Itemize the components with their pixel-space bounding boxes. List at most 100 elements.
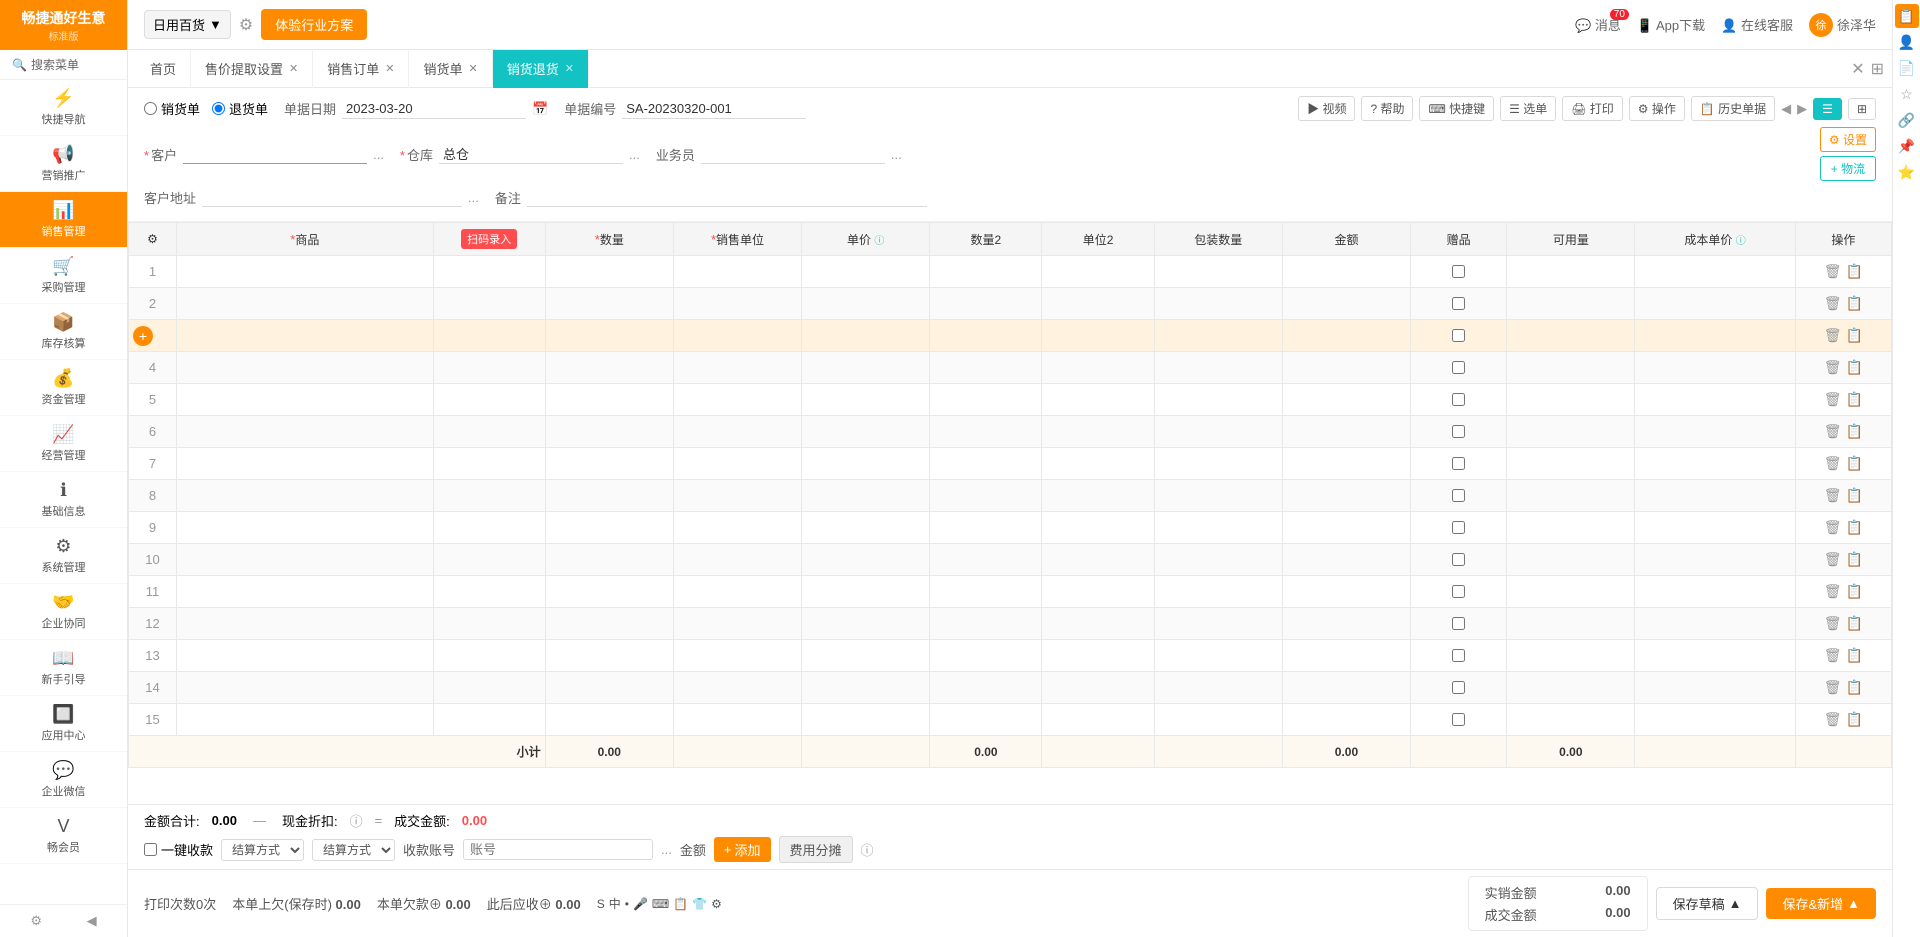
copy-row-btn[interactable]: 📋 — [1846, 455, 1863, 472]
delete-row-btn[interactable]: 🗑 — [1824, 423, 1842, 440]
copy-row-btn[interactable]: 📋 — [1846, 423, 1863, 440]
add-row-button[interactable]: + — [133, 326, 153, 346]
cell-qty[interactable] — [545, 256, 673, 288]
cell-unit2[interactable] — [1042, 704, 1154, 736]
gift-checkbox[interactable] — [1452, 329, 1465, 342]
cell-cost-price[interactable] — [1635, 384, 1795, 416]
sidebar-item-collab[interactable]: 🤝 企业协同 — [0, 584, 127, 640]
cell-pack-qty[interactable] — [1154, 544, 1282, 576]
account-method-select[interactable]: 结算方式 — [221, 839, 304, 861]
cell-available[interactable] — [1507, 640, 1635, 672]
cell-unit2[interactable] — [1042, 384, 1154, 416]
sidebar-item-purchase[interactable]: 🛒 采购管理 — [0, 248, 127, 304]
cell-unit[interactable] — [673, 480, 801, 512]
cell-available[interactable] — [1507, 576, 1635, 608]
cell-price[interactable] — [802, 512, 930, 544]
cell-qty2[interactable] — [930, 480, 1042, 512]
cell-cost-price[interactable] — [1635, 512, 1795, 544]
sidebar-item-marketing[interactable]: 📢 营销推广 — [0, 136, 127, 192]
tab-expand-icon[interactable]: ⊞ — [1871, 59, 1884, 79]
cell-goods[interactable] — [177, 544, 433, 576]
goods-input[interactable] — [181, 392, 428, 407]
cell-pack-qty[interactable] — [1154, 352, 1282, 384]
radio-sales-bill[interactable]: 销货单 — [144, 99, 200, 118]
cell-goods[interactable] — [177, 576, 433, 608]
cell-amount[interactable] — [1282, 672, 1410, 704]
cell-amount[interactable] — [1282, 416, 1410, 448]
goods-input[interactable] — [181, 488, 428, 503]
cell-qty[interactable] — [545, 704, 673, 736]
delete-row-btn[interactable]: 🗑 — [1824, 711, 1842, 728]
cell-qty[interactable] — [545, 480, 673, 512]
goods-input[interactable] — [181, 648, 428, 663]
cell-unit[interactable] — [673, 448, 801, 480]
delete-row-btn[interactable]: 🗑 — [1824, 679, 1842, 696]
tab-close-icon[interactable]: ✕ — [289, 62, 298, 75]
copy-row-btn[interactable]: 📋 — [1846, 679, 1863, 696]
cell-pack-qty[interactable] — [1154, 672, 1282, 704]
goods-input[interactable] — [181, 296, 428, 311]
cell-unit[interactable] — [673, 512, 801, 544]
print-btn[interactable]: 🖨 打印 — [1562, 96, 1623, 121]
cell-goods[interactable] — [177, 256, 433, 288]
warehouse-input[interactable] — [439, 144, 623, 164]
gift-checkbox[interactable] — [1452, 649, 1465, 662]
cell-qty2[interactable] — [930, 704, 1042, 736]
cell-cost-price[interactable] — [1635, 288, 1795, 320]
delete-row-btn[interactable]: 🗑 — [1824, 615, 1842, 632]
settings-icon[interactable]: ⚙ — [30, 913, 42, 929]
cell-cost-price[interactable] — [1635, 576, 1795, 608]
calc-method-select[interactable]: 结算方式 — [312, 839, 395, 861]
cell-pack-qty[interactable] — [1154, 704, 1282, 736]
copy-row-btn[interactable]: 📋 — [1846, 327, 1863, 344]
cell-qty2[interactable] — [930, 352, 1042, 384]
sidebar-item-inventory[interactable]: 📦 库存核算 — [0, 304, 127, 360]
cell-price[interactable] — [802, 576, 930, 608]
cell-unit2[interactable] — [1042, 288, 1154, 320]
cell-price[interactable] — [802, 480, 930, 512]
calendar-icon[interactable]: 📅 — [532, 101, 548, 117]
cell-amount[interactable] — [1282, 576, 1410, 608]
industry-selector[interactable]: 日用百货 ▼ — [144, 10, 231, 39]
cell-price[interactable] — [802, 544, 930, 576]
cell-amount[interactable] — [1282, 608, 1410, 640]
cell-available[interactable] — [1507, 416, 1635, 448]
address-input[interactable] — [202, 187, 462, 207]
logistics-btn[interactable]: + 物流 — [1820, 156, 1876, 181]
rp-icon-file[interactable]: 📄 — [1895, 56, 1919, 80]
gift-checkbox[interactable] — [1452, 521, 1465, 534]
goods-input[interactable] — [181, 616, 428, 631]
cell-qty[interactable] — [545, 416, 673, 448]
goods-input[interactable] — [181, 456, 428, 471]
goods-input[interactable] — [181, 552, 428, 567]
cell-unit[interactable] — [673, 416, 801, 448]
cell-goods[interactable] — [177, 704, 433, 736]
rp-icon-doc[interactable]: 📋 — [1895, 4, 1919, 28]
sidebar-item-basic-info[interactable]: ℹ 基础信息 — [0, 472, 127, 528]
cell-pack-qty[interactable] — [1154, 608, 1282, 640]
copy-row-btn[interactable]: 📋 — [1846, 487, 1863, 504]
message-icon[interactable]: 💬 70 消息 — [1575, 15, 1621, 34]
cell-pack-qty[interactable] — [1154, 256, 1282, 288]
cell-available[interactable] — [1507, 512, 1635, 544]
cell-unit[interactable] — [673, 320, 801, 352]
sidebar-item-member[interactable]: V 畅会员 — [0, 808, 127, 864]
rp-icon-pin[interactable]: 📌 — [1895, 134, 1919, 158]
goods-input[interactable] — [181, 328, 428, 343]
cell-available[interactable] — [1507, 288, 1635, 320]
cell-unit2[interactable] — [1042, 320, 1154, 352]
cell-unit2[interactable] — [1042, 512, 1154, 544]
goods-input[interactable] — [181, 424, 428, 439]
delete-row-btn[interactable]: 🗑 — [1824, 455, 1842, 472]
cell-unit[interactable] — [673, 256, 801, 288]
cell-unit2[interactable] — [1042, 448, 1154, 480]
view-list-btn[interactable]: ☰ — [1813, 98, 1842, 120]
cell-pack-qty[interactable] — [1154, 448, 1282, 480]
cell-price[interactable] — [802, 640, 930, 672]
cell-amount[interactable] — [1282, 288, 1410, 320]
cell-price[interactable] — [802, 352, 930, 384]
cell-pack-qty[interactable] — [1154, 384, 1282, 416]
cell-pack-qty[interactable] — [1154, 640, 1282, 672]
cell-unit2[interactable] — [1042, 544, 1154, 576]
cell-goods[interactable] — [177, 352, 433, 384]
